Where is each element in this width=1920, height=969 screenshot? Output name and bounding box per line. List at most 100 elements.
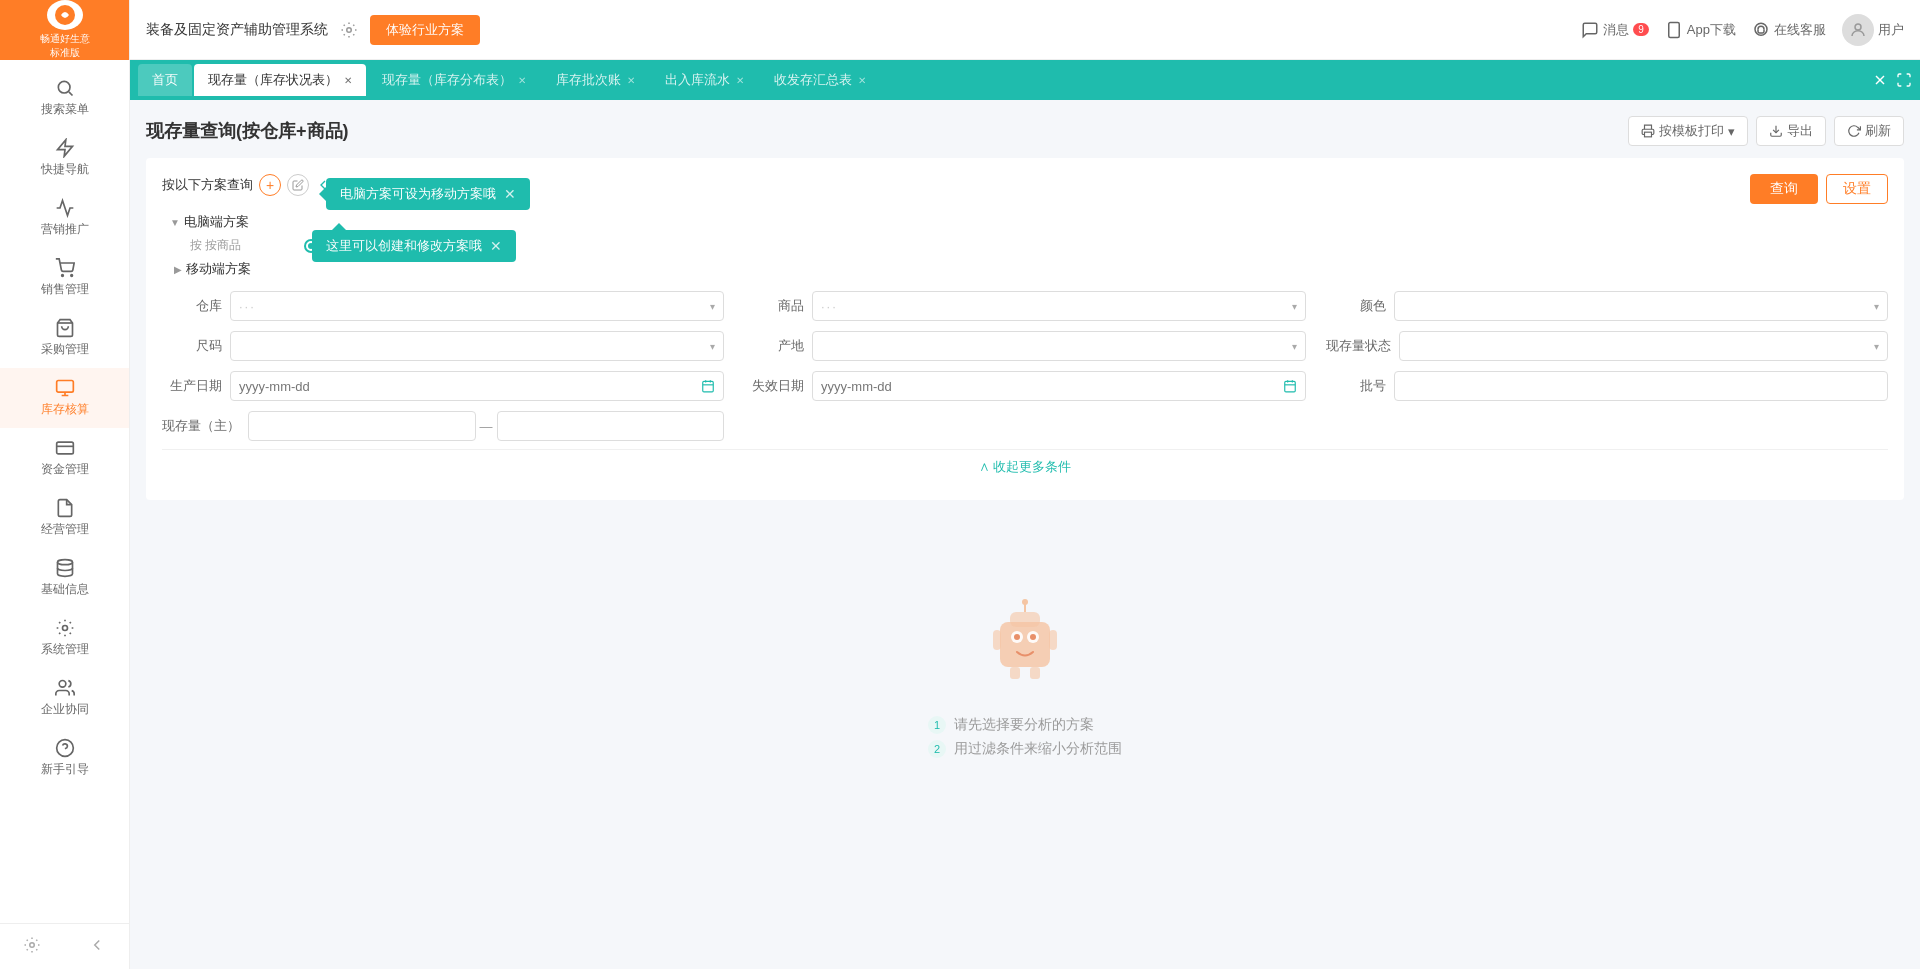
sidebar-item-enterprise[interactable]: 企业协同 <box>0 668 129 728</box>
calendar-icon-2[interactable] <box>1283 379 1297 393</box>
empty-state: 1 请先选择要分析的方案 2 用过滤条件来缩小分析范围 <box>146 512 1904 844</box>
print-chevron: ▾ <box>1728 124 1735 139</box>
filter-add-btn[interactable]: + <box>259 174 281 196</box>
size-select[interactable]: ▾ <box>230 331 724 361</box>
export-label: 导出 <box>1787 122 1813 140</box>
version-text: 标准版 <box>50 46 80 60</box>
scheme-expand-arrow2: ▶ <box>174 264 182 275</box>
gear-icon[interactable] <box>340 21 358 39</box>
sidebar-item-inventory[interactable]: 库存核算 <box>0 368 129 428</box>
stock-status-select[interactable]: ▾ <box>1399 331 1888 361</box>
sidebar-menu: 搜索菜单 快捷导航 营销推广 销售管理 采购管理 库存核算 资金管理 经营管理 <box>0 60 129 923</box>
sidebar-item-system[interactable]: 系统管理 <box>0 608 129 668</box>
svg-rect-40 <box>1030 667 1040 679</box>
sidebar-item-system-label: 系统管理 <box>41 641 89 658</box>
filter-field-warehouse: 仓库 ··· ▾ <box>162 291 724 321</box>
production-date-field[interactable] <box>239 379 701 394</box>
tab-inventory-dist[interactable]: 现存量（库存分布表） ✕ <box>368 64 540 96</box>
scheme-tooltip-close[interactable]: ✕ <box>504 186 516 202</box>
sidebar-item-purchase[interactable]: 采购管理 <box>0 308 129 368</box>
stock-qty-to[interactable] <box>497 411 725 441</box>
tab-receipt-summary-close[interactable]: ✕ <box>858 75 866 86</box>
app-download-group[interactable]: App下载 <box>1665 21 1736 39</box>
color-select[interactable]: ▾ <box>1394 291 1888 321</box>
tab-receipt-summary[interactable]: 收发存汇总表 ✕ <box>760 64 880 96</box>
stock-qty-label: 现存量（主） <box>162 417 240 435</box>
svg-rect-32 <box>1010 612 1040 627</box>
sidebar-item-finance[interactable]: 资金管理 <box>0 428 129 488</box>
tab-inventory-status-close[interactable]: ✕ <box>344 75 352 86</box>
svg-point-8 <box>57 560 72 565</box>
filter-field-goods: 商品 ··· ▾ <box>744 291 1306 321</box>
svg-rect-31 <box>1000 622 1050 667</box>
message-label: 消息 <box>1603 21 1629 39</box>
filter-field-production-date: 生产日期 <box>162 371 724 401</box>
refresh-btn[interactable]: 刷新 <box>1834 116 1904 146</box>
edit-tooltip-close[interactable]: ✕ <box>490 238 502 254</box>
pc-scheme-label[interactable]: 电脑端方案 <box>184 213 249 231</box>
support-group[interactable]: 在线客服 <box>1752 21 1826 39</box>
sidebar-item-management[interactable]: 经营管理 <box>0 488 129 548</box>
stock-qty-from[interactable] <box>248 411 476 441</box>
reset-btn[interactable]: 设置 <box>1826 174 1888 204</box>
production-date-label: 生产日期 <box>162 377 222 395</box>
sidebar-item-quicknav[interactable]: 快捷导航 <box>0 128 129 188</box>
svg-rect-6 <box>56 442 73 454</box>
tab-close-all-icon[interactable] <box>1872 72 1888 88</box>
filter-edit-btn[interactable] <box>287 174 309 196</box>
collapse-sidebar-btn[interactable] <box>88 936 106 957</box>
sidebar-item-basic[interactable]: 基础信息 <box>0 548 129 608</box>
sidebar-item-marketing[interactable]: 营销推广 <box>0 188 129 248</box>
mobile-scheme-label[interactable]: 移动端方案 <box>186 260 251 278</box>
svg-point-36 <box>1030 634 1036 640</box>
calendar-icon-1[interactable] <box>701 379 715 393</box>
warehouse-select[interactable]: ··· ▾ <box>230 291 724 321</box>
sidebar-item-marketing-label: 营销推广 <box>41 221 89 238</box>
page-header: 现存量查询(按仓库+商品) 按模板打印 ▾ 导出 刷新 <box>146 116 1904 146</box>
expiry-date-input[interactable] <box>812 371 1306 401</box>
tab-in-out-flow-label: 出入库流水 <box>665 71 730 89</box>
filter-field-stock-status: 现存量状态 ▾ <box>1326 331 1888 361</box>
settings-btn[interactable] <box>23 936 41 957</box>
tab-in-out-flow-close[interactable]: ✕ <box>736 75 744 86</box>
tab-batch-account-label: 库存批次账 <box>556 71 621 89</box>
industry-btn[interactable]: 体验行业方案 <box>370 15 480 45</box>
tab-in-out-flow[interactable]: 出入库流水 ✕ <box>651 64 758 96</box>
pc-sub-label[interactable]: 按 按商品 <box>190 237 241 254</box>
filter-field-origin: 产地 ▾ <box>744 331 1306 361</box>
sidebar-item-newbie[interactable]: 新手引导 <box>0 728 129 788</box>
tab-expand-icon[interactable] <box>1896 72 1912 88</box>
sidebar-item-sales[interactable]: 销售管理 <box>0 248 129 308</box>
edit-tooltip-text: 这里可以创建和修改方案哦 <box>326 237 482 255</box>
origin-select[interactable]: ▾ <box>812 331 1306 361</box>
goods-select[interactable]: ··· ▾ <box>812 291 1306 321</box>
message-group[interactable]: 消息 9 <box>1581 21 1649 39</box>
sidebar-bottom <box>0 923 129 969</box>
user-group[interactable]: 用户 <box>1842 14 1904 46</box>
tab-inventory-dist-close[interactable]: ✕ <box>518 75 526 86</box>
expiry-date-field[interactable] <box>821 379 1283 394</box>
svg-rect-5 <box>56 381 73 393</box>
collapse-bar[interactable]: ∧ 收起更多条件 <box>162 449 1888 484</box>
export-btn[interactable]: 导出 <box>1756 116 1826 146</box>
production-date-input[interactable] <box>230 371 724 401</box>
sidebar-item-search[interactable]: 搜索菜单 <box>0 68 129 128</box>
batch-no-input[interactable] <box>1394 371 1888 401</box>
tab-batch-account[interactable]: 库存批次账 ✕ <box>542 64 649 96</box>
batch-no-field[interactable] <box>1403 379 1879 394</box>
batch-no-label: 批号 <box>1326 377 1386 395</box>
page-title: 现存量查询(按仓库+商品) <box>146 119 349 143</box>
main-area: 装备及固定资产辅助管理系统 体验行业方案 消息 9 App下载 在线客服 <box>130 0 1920 969</box>
sidebar-logo: 畅通好生意 标准版 <box>0 0 129 60</box>
search-btn[interactable]: 查询 <box>1750 174 1818 204</box>
system-name: 装备及固定资产辅助管理系统 <box>146 21 328 39</box>
tab-batch-account-close[interactable]: ✕ <box>627 75 635 86</box>
svg-point-3 <box>70 275 72 277</box>
tab-inventory-status[interactable]: 现存量（库存状况表） ✕ <box>194 64 366 96</box>
tab-home-label: 首页 <box>152 71 178 89</box>
empty-steps: 1 请先选择要分析的方案 2 用过滤条件来缩小分析范围 <box>928 716 1122 764</box>
print-btn[interactable]: 按模板打印 ▾ <box>1628 116 1748 146</box>
origin-chevron: ▾ <box>1292 341 1297 352</box>
empty-icon <box>975 592 1075 692</box>
tab-home[interactable]: 首页 <box>138 64 192 96</box>
